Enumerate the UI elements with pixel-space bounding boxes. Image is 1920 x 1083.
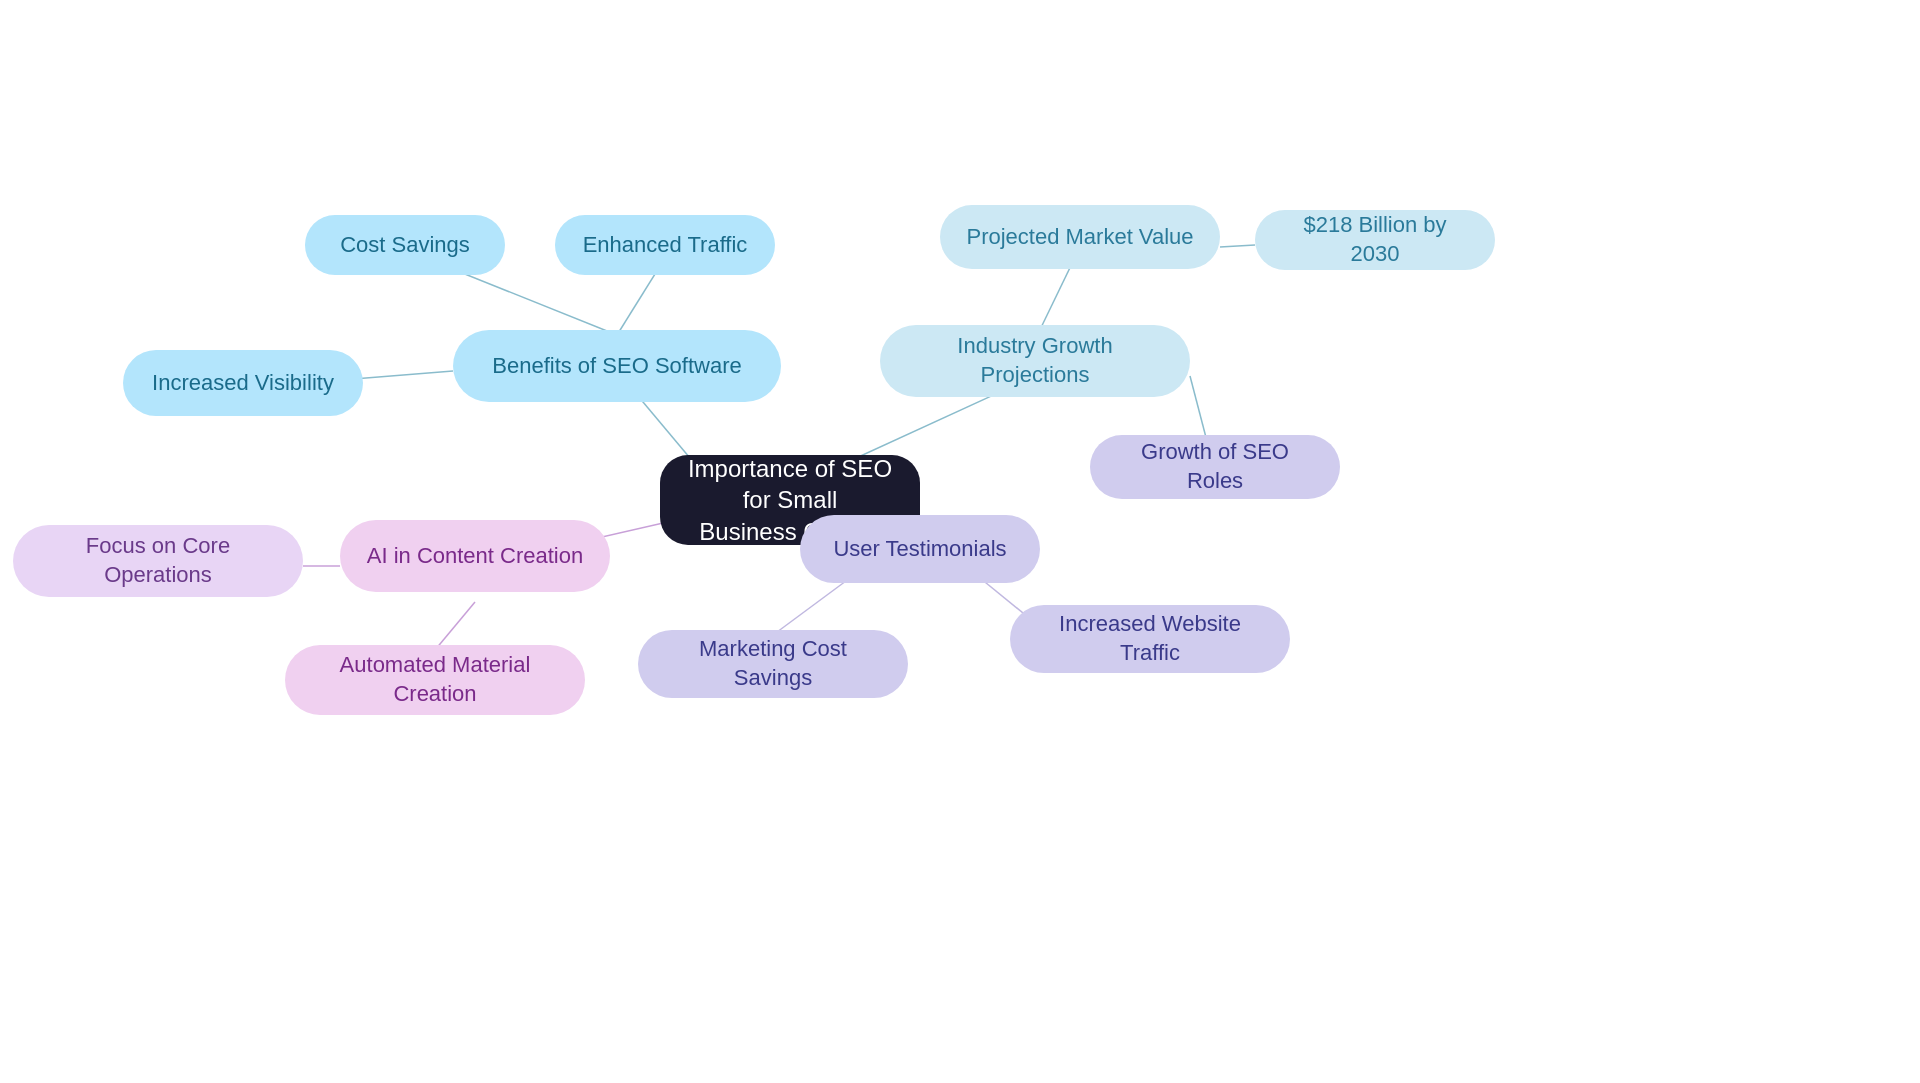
- enhanced-traffic-node: Enhanced Traffic: [555, 215, 775, 275]
- growth-seo-roles-label: Growth of SEO Roles: [1114, 438, 1316, 495]
- increased-website-node: Increased Website Traffic: [1010, 605, 1290, 673]
- automated-material-node: Automated Material Creation: [285, 645, 585, 715]
- benefits-seo-node: Benefits of SEO Software: [453, 330, 781, 402]
- ai-content-label: AI in Content Creation: [367, 542, 583, 571]
- cost-savings-label: Cost Savings: [340, 231, 470, 260]
- market-value-num-label: $218 Billion by 2030: [1279, 211, 1471, 268]
- projected-market-node: Projected Market Value: [940, 205, 1220, 269]
- marketing-cost-label: Marketing Cost Savings: [662, 635, 884, 692]
- svg-line-12: [773, 578, 850, 635]
- growth-seo-roles-node: Growth of SEO Roles: [1090, 435, 1340, 499]
- cost-savings-node: Cost Savings: [305, 215, 505, 275]
- user-testimonials-label: User Testimonials: [833, 535, 1006, 564]
- svg-line-11: [435, 602, 475, 650]
- user-testimonials-node: User Testimonials: [800, 515, 1040, 583]
- increased-visibility-node: Increased Visibility: [123, 350, 363, 416]
- ai-content-node: AI in Content Creation: [340, 520, 610, 592]
- projected-market-label: Projected Market Value: [966, 223, 1193, 252]
- increased-visibility-label: Increased Visibility: [152, 369, 334, 398]
- svg-line-9: [1220, 245, 1255, 247]
- enhanced-traffic-label: Enhanced Traffic: [583, 231, 748, 260]
- market-value-num-node: $218 Billion by 2030: [1255, 210, 1495, 270]
- industry-growth-node: Industry Growth Projections: [880, 325, 1190, 397]
- focus-core-node: Focus on Core Operations: [13, 525, 303, 597]
- benefits-seo-label: Benefits of SEO Software: [492, 352, 741, 381]
- industry-growth-label: Industry Growth Projections: [904, 332, 1166, 389]
- focus-core-label: Focus on Core Operations: [37, 532, 279, 589]
- increased-website-label: Increased Website Traffic: [1034, 610, 1266, 667]
- marketing-cost-node: Marketing Cost Savings: [638, 630, 908, 698]
- automated-material-label: Automated Material Creation: [309, 651, 561, 708]
